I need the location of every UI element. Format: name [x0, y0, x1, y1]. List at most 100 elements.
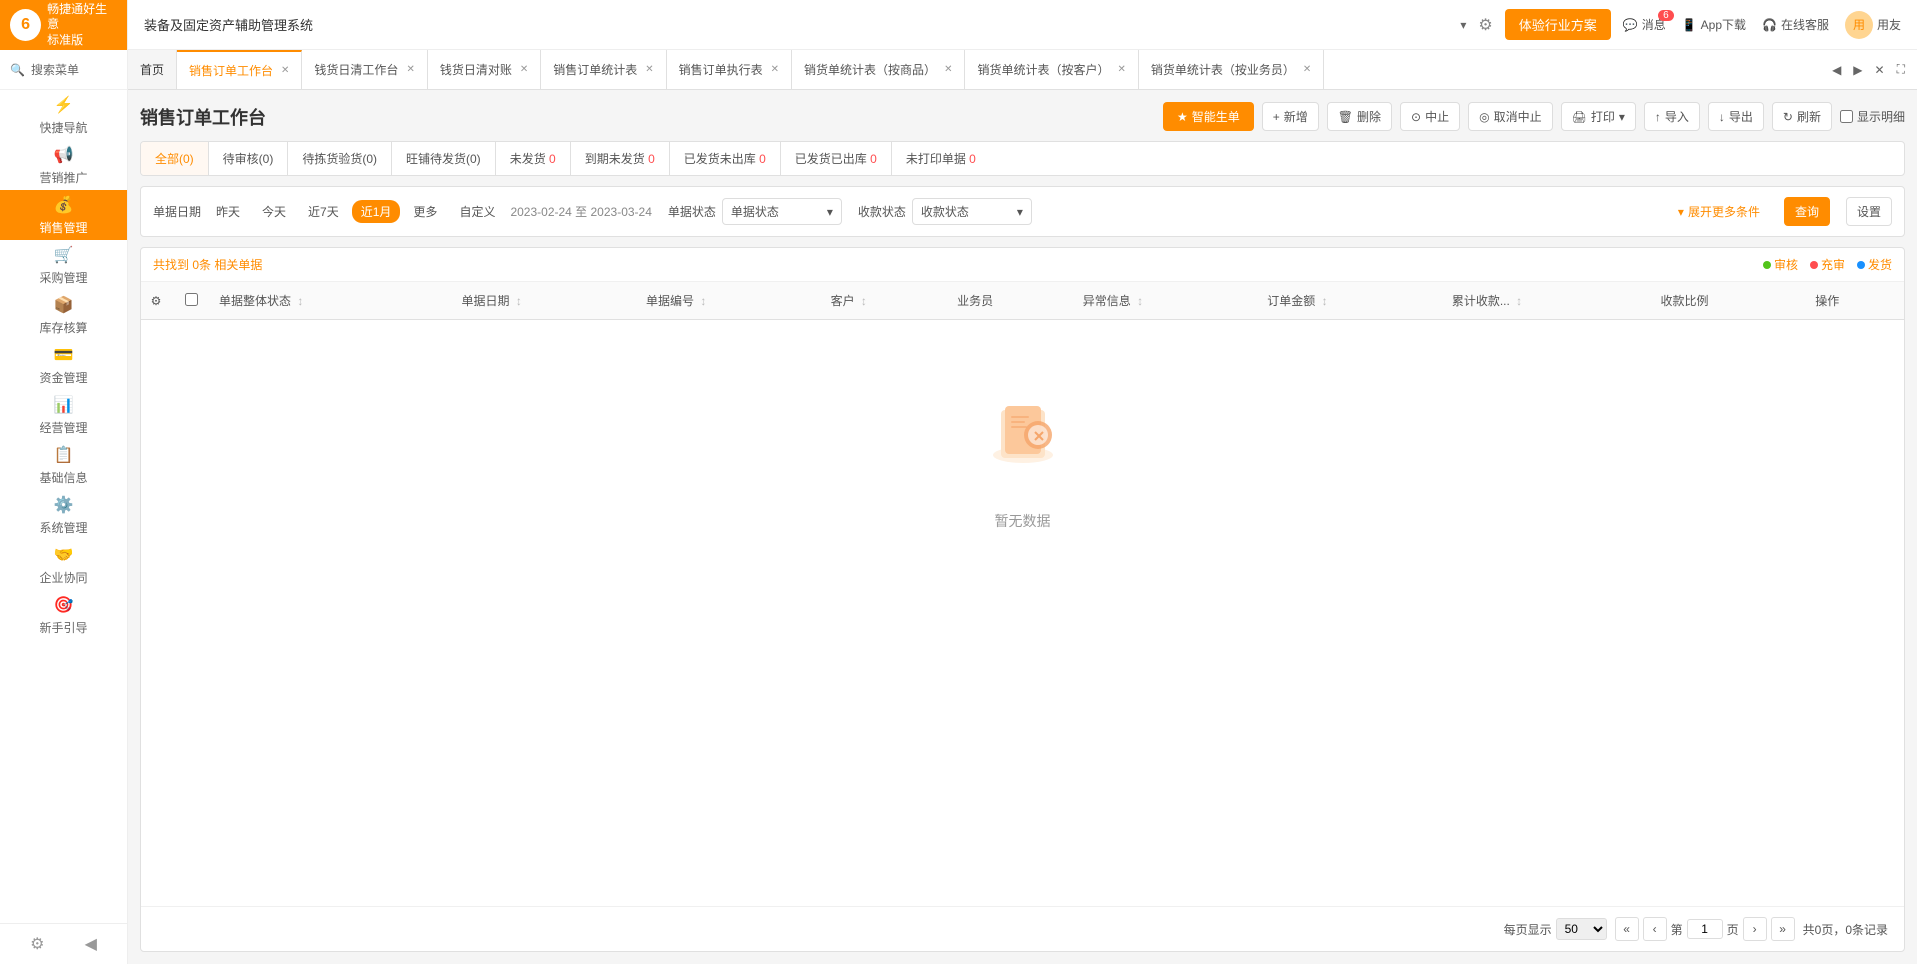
tab-close-all-btn[interactable]: ✕	[1871, 59, 1889, 81]
sidebar-item-enterprise[interactable]: 🤝 企业协同	[0, 540, 127, 590]
page-prev-btn[interactable]: ‹	[1643, 917, 1667, 941]
solution-button[interactable]: 体验行业方案	[1505, 9, 1611, 40]
detail-checkbox[interactable]	[1840, 110, 1853, 123]
tab-close-icon[interactable]: ✕	[944, 64, 952, 75]
sidebar-item-purchase[interactable]: 🛒 采购管理	[0, 240, 127, 290]
delete-button[interactable]: 🗑 删除	[1327, 102, 1392, 131]
th-status: 单据整体状态 ↕	[211, 282, 454, 320]
empty-text: 暂无数据	[995, 511, 1051, 531]
th-setting[interactable]: ⚙	[141, 282, 171, 320]
query-button[interactable]: 查询	[1784, 197, 1830, 226]
th-date[interactable]: 单据日期 ↕	[454, 282, 639, 320]
subtab-overdue-ship[interactable]: 到期未发货 0	[571, 142, 670, 175]
select-all-checkbox[interactable]	[185, 293, 198, 306]
tab-goods-stats-customer[interactable]: 销货单统计表（按客户） ✕	[965, 50, 1138, 90]
tab-home[interactable]: 首页	[128, 50, 177, 90]
tab-close-icon[interactable]: ✕	[281, 65, 289, 76]
tab-close-icon[interactable]: ✕	[520, 64, 528, 75]
tab-fullscreen-btn[interactable]: ⛶	[1893, 58, 1909, 81]
tab-goods-stats-staff[interactable]: 销货单统计表（按业务员） ✕	[1139, 50, 1324, 90]
page-last-btn[interactable]: »	[1771, 917, 1795, 941]
add-button[interactable]: + 新增	[1262, 102, 1319, 131]
subtab-all[interactable]: 全部(0)	[141, 142, 209, 175]
th-amount[interactable]: 订单金额 ↕	[1259, 282, 1444, 320]
sidebar-item-marketing[interactable]: 📢 营销推广	[0, 140, 127, 190]
date-btn-yesterday[interactable]: 昨天	[207, 200, 249, 223]
subtabs: 全部(0) 待审核(0) 待拣货验货(0) 旺铺待发货(0) 未发货 0 到期未…	[140, 141, 1905, 176]
import-button[interactable]: ↑ 导入	[1644, 102, 1700, 131]
sidebar-search[interactable]: 🔍 搜索菜单	[0, 50, 127, 90]
date-btn-more[interactable]: 更多	[404, 200, 446, 223]
th-number[interactable]: 单据编号 ↕	[638, 282, 823, 320]
page-input[interactable]	[1687, 919, 1723, 939]
app-download-action[interactable]: 📱 App下载	[1682, 16, 1746, 33]
tab-close-icon[interactable]: ✕	[1303, 64, 1311, 75]
page-first-btn[interactable]: «	[1615, 917, 1639, 941]
result-count: 共找到 0条 相关单据	[153, 256, 262, 273]
settings-icon[interactable]: ⚙	[1478, 15, 1492, 35]
subtab-not-shipped[interactable]: 未发货 0	[496, 142, 571, 175]
page-next-btn[interactable]: ›	[1743, 917, 1767, 941]
filter-settings-button[interactable]: 设置	[1846, 197, 1892, 226]
subtab-not-printed[interactable]: 未打印单据 0	[892, 142, 990, 175]
refresh-button[interactable]: ↻ 刷新	[1772, 102, 1832, 131]
online-service-action[interactable]: 🎧 在线客服	[1762, 16, 1829, 33]
status-select[interactable]: 单据状态 ▾	[722, 198, 842, 225]
tab-cash-daily[interactable]: 钱货日清工作台 ✕	[302, 50, 427, 90]
cancel-stop-button[interactable]: ◎ 取消中止	[1468, 102, 1553, 131]
user-action[interactable]: 用 用友	[1845, 11, 1901, 39]
sidebar-item-operations[interactable]: 📊 经营管理	[0, 390, 127, 440]
sidebar-item-finance[interactable]: 💳 资金管理	[0, 340, 127, 390]
tab-sales-stats[interactable]: 销售订单统计表 ✕	[541, 50, 666, 90]
sidebar-item-system[interactable]: ⚙️ 系统管理	[0, 490, 127, 540]
tab-close-icon[interactable]: ✕	[645, 64, 653, 75]
per-page-select[interactable]: 50 10 20 100	[1556, 918, 1607, 940]
tab-next-btn[interactable]: ▶	[1849, 59, 1866, 81]
tab-goods-stats-product[interactable]: 销货单统计表（按商品） ✕	[792, 50, 965, 90]
smart-create-button[interactable]: ★ 智能生单	[1163, 102, 1254, 131]
date-btn-7days[interactable]: 近7天	[299, 200, 348, 223]
tab-sales-exec[interactable]: 销售订单执行表 ✕	[667, 50, 792, 90]
tab-close-icon[interactable]: ✕	[771, 64, 779, 75]
search-label: 搜索菜单	[31, 61, 79, 78]
expand-conditions-btn[interactable]: ▾ 展开更多条件	[1678, 203, 1760, 220]
subtab-pending-review[interactable]: 待审核(0)	[209, 142, 289, 175]
print-button[interactable]: 🖨 打印 ▾	[1561, 102, 1636, 131]
settings-bottom-btn[interactable]: ⚙	[30, 934, 44, 954]
th-customer[interactable]: 客户 ↕	[823, 282, 950, 320]
date-btn-custom[interactable]: 自定义	[450, 200, 504, 223]
th-check[interactable]	[171, 282, 211, 320]
sidebar-item-basic[interactable]: 📋 基础信息	[0, 440, 127, 490]
tab-close-icon[interactable]: ✕	[406, 64, 414, 75]
subtab-wang-pending-ship[interactable]: 旺铺待发货(0)	[392, 142, 496, 175]
export-button[interactable]: ↓ 导出	[1708, 102, 1764, 131]
tab-label: 销售订单工作台	[189, 62, 273, 79]
sidebar-item-inventory[interactable]: 📦 库存核算	[0, 290, 127, 340]
th-staff[interactable]: 业务员	[949, 282, 1075, 320]
per-page-control: 每页显示 50 10 20 100	[1504, 918, 1607, 940]
date-btn-1month[interactable]: 近1月	[352, 200, 401, 223]
tab-sales-workbench[interactable]: 销售订单工作台 ✕	[177, 50, 302, 90]
sidebar-item-quick-nav[interactable]: ⚡ 快捷导航	[0, 90, 127, 140]
cancel-review-action[interactable]: 充审	[1810, 256, 1845, 273]
subtab-shipped-out[interactable]: 已发货已出库 0	[781, 142, 892, 175]
system-dropdown[interactable]: ▾	[1460, 18, 1466, 32]
date-btn-today[interactable]: 今天	[253, 200, 295, 223]
review-action[interactable]: 审核	[1763, 256, 1798, 273]
tab-cash-reconcile[interactable]: 钱货日清对账 ✕	[428, 50, 541, 90]
sidebar-item-sales[interactable]: 💰 销售管理	[0, 190, 127, 240]
payment-select[interactable]: 收款状态 ▾	[912, 198, 1032, 225]
stop-button[interactable]: ⊙ 中止	[1400, 102, 1460, 131]
export-icon: ↓	[1719, 110, 1725, 124]
subtab-shipped-not-out[interactable]: 已发货未出库 0	[670, 142, 781, 175]
collapse-btn[interactable]: ◀	[85, 934, 97, 954]
th-collected[interactable]: 累计收款... ↕	[1444, 282, 1653, 320]
sidebar-item-guide[interactable]: 🎯 新手引导	[0, 590, 127, 640]
ship-action[interactable]: 发货	[1857, 256, 1892, 273]
subtab-pending-check[interactable]: 待拣货验货(0)	[288, 142, 392, 175]
detail-checkbox-label[interactable]: 显示明细	[1840, 108, 1905, 125]
th-ratio: 收款比例	[1653, 282, 1808, 320]
tab-close-icon[interactable]: ✕	[1117, 64, 1125, 75]
tab-prev-btn[interactable]: ◀	[1828, 59, 1845, 81]
message-action[interactable]: 💬 消息 6	[1623, 16, 1666, 33]
